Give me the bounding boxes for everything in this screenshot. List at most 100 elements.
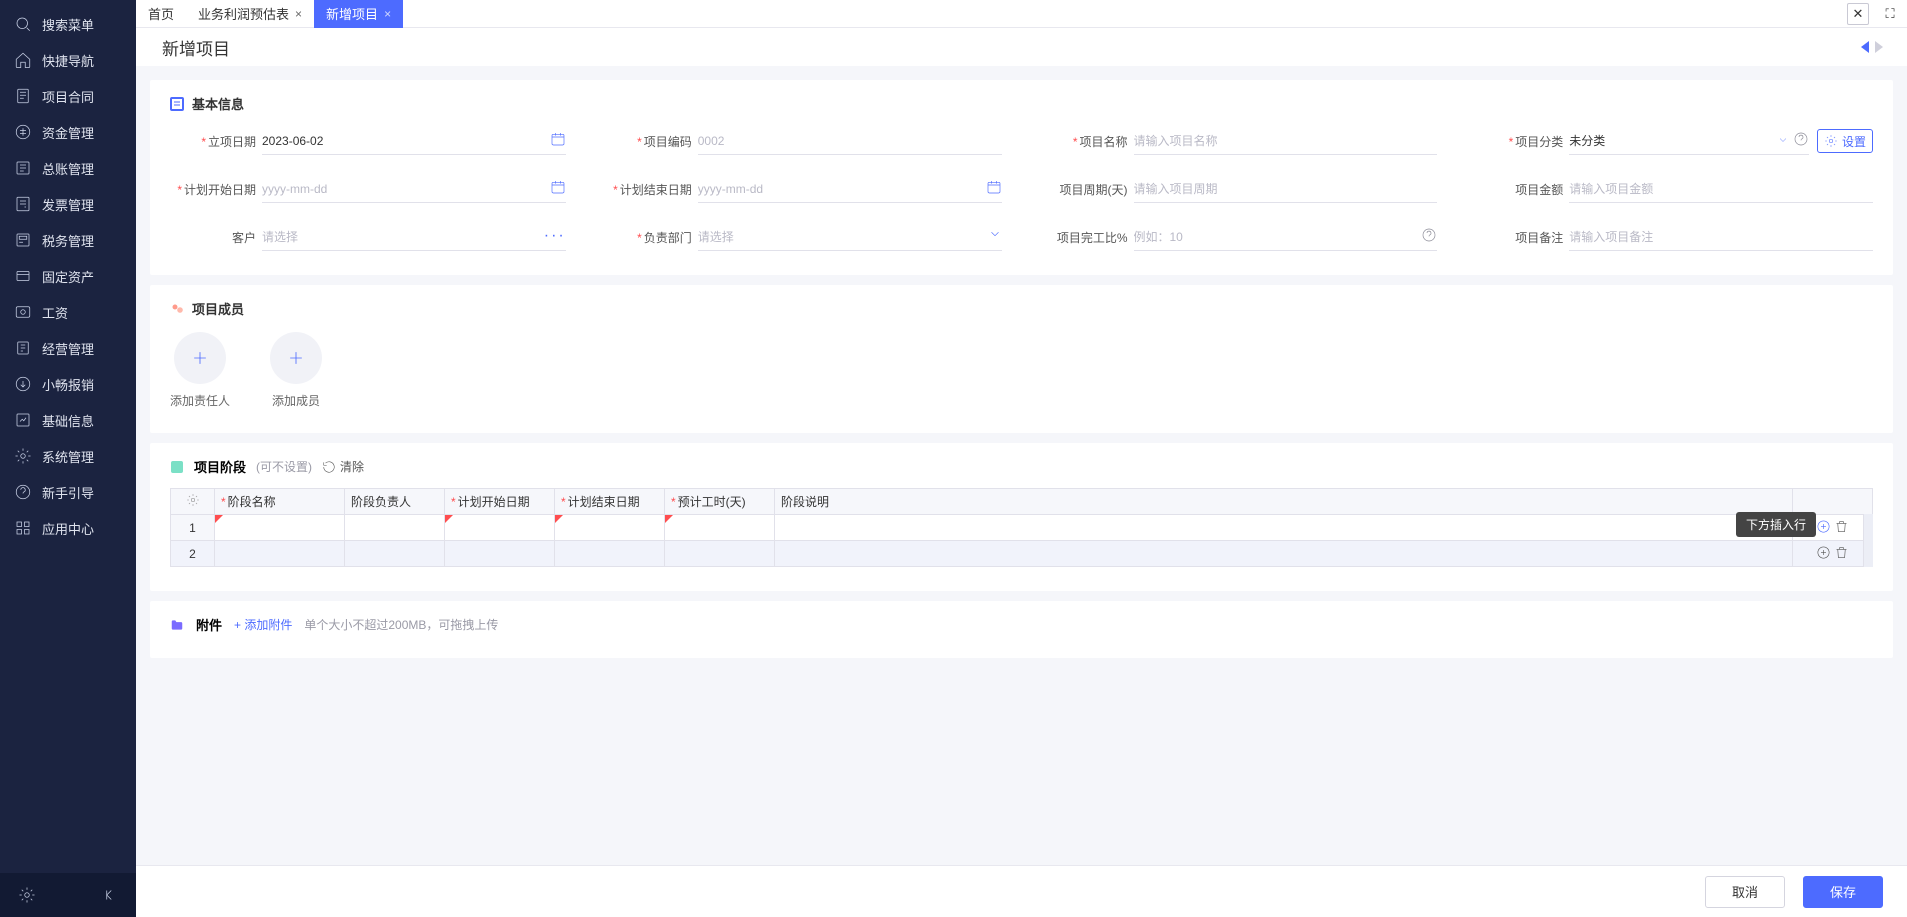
help-icon[interactable] bbox=[1793, 131, 1809, 152]
table-scrollbar[interactable] bbox=[1863, 514, 1873, 567]
content-scroll[interactable]: 基本信息 *立项日期 *项目编码 bbox=[136, 70, 1907, 865]
sidebar-item-tax[interactable]: 税务管理 bbox=[0, 222, 136, 258]
tab-close-icon[interactable]: × bbox=[295, 7, 302, 21]
search-icon bbox=[14, 15, 32, 33]
save-button[interactable]: 保存 bbox=[1803, 876, 1883, 908]
members-icon bbox=[170, 302, 184, 316]
sidebar-item-label: 税务管理 bbox=[42, 231, 94, 250]
window-fullscreen-button[interactable]: ⛶ bbox=[1879, 3, 1901, 25]
calendar-icon[interactable] bbox=[550, 179, 566, 200]
tab-new-project[interactable]: 新增项目 × bbox=[314, 0, 403, 28]
cell-desc[interactable] bbox=[775, 541, 1793, 567]
page-titlebar: 新增项目 bbox=[136, 28, 1907, 70]
sidebar-item-quicknav[interactable]: 快捷导航 bbox=[0, 42, 136, 78]
fund-icon bbox=[14, 123, 32, 141]
tab-close-icon[interactable]: × bbox=[384, 7, 391, 21]
collapse-icon[interactable] bbox=[100, 886, 118, 904]
sidebar-item-label: 发票管理 bbox=[42, 195, 94, 214]
sidebar-item-label: 小畅报销 bbox=[42, 375, 94, 394]
tab-home[interactable]: 首页 bbox=[136, 0, 186, 28]
contract-icon bbox=[14, 87, 32, 105]
amount-input[interactable] bbox=[1569, 175, 1873, 203]
cancel-button[interactable]: 取消 bbox=[1705, 876, 1785, 908]
table-config-header[interactable] bbox=[171, 489, 215, 515]
cell-phase-name[interactable] bbox=[215, 541, 345, 567]
panel-basic: 基本信息 *立项日期 *项目编码 bbox=[150, 80, 1893, 275]
cell-ops: 下方插入行 bbox=[1793, 515, 1873, 541]
code-input[interactable] bbox=[698, 127, 1002, 155]
settings-icon[interactable] bbox=[18, 886, 36, 904]
cell-phase-name[interactable] bbox=[215, 515, 345, 541]
section-bullet-icon bbox=[170, 97, 184, 111]
category-settings-button[interactable]: 设置 bbox=[1817, 129, 1873, 153]
sidebar-search[interactable]: 搜索菜单 bbox=[0, 6, 136, 42]
next-record-button[interactable] bbox=[1875, 41, 1883, 53]
calendar-icon[interactable] bbox=[986, 179, 1002, 200]
invoice-icon bbox=[14, 195, 32, 213]
cell-plan-end[interactable] bbox=[555, 515, 665, 541]
row-insert-button[interactable] bbox=[1816, 523, 1831, 537]
sidebar-item-sys[interactable]: 系统管理 bbox=[0, 438, 136, 474]
cell-phase-owner[interactable] bbox=[345, 541, 445, 567]
sidebar-item-ledger[interactable]: 总账管理 bbox=[0, 150, 136, 186]
sidebar-item-asset[interactable]: 固定资产 bbox=[0, 258, 136, 294]
form-label: 项目完工比% bbox=[1057, 231, 1128, 245]
table-row[interactable]: 1 下方插入行 bbox=[171, 515, 1873, 541]
dept-select[interactable] bbox=[698, 223, 1002, 251]
sidebar-item-fund[interactable]: 资金管理 bbox=[0, 114, 136, 150]
calendar-icon[interactable] bbox=[550, 131, 566, 152]
form-label: 负责部门 bbox=[644, 231, 692, 245]
date-input[interactable] bbox=[262, 127, 566, 155]
sidebar-item-label: 项目合同 bbox=[42, 87, 94, 106]
add-owner-button[interactable] bbox=[174, 332, 226, 384]
cell-hours[interactable] bbox=[665, 515, 775, 541]
progress-input[interactable] bbox=[1134, 223, 1438, 251]
sidebar-item-contract[interactable]: 项目合同 bbox=[0, 78, 136, 114]
window-close-button[interactable]: ✕ bbox=[1847, 3, 1869, 25]
row-insert-button[interactable] bbox=[1816, 549, 1831, 563]
help-icon[interactable] bbox=[1421, 227, 1437, 248]
form-label: 项目备注 bbox=[1515, 231, 1563, 245]
sidebar-item-invoice[interactable]: 发票管理 bbox=[0, 186, 136, 222]
chevron-down-icon[interactable] bbox=[988, 227, 1002, 246]
cell-plan-start[interactable] bbox=[445, 515, 555, 541]
remark-input[interactable] bbox=[1569, 223, 1873, 251]
sidebar-item-expense[interactable]: 小畅报销 bbox=[0, 366, 136, 402]
sidebar-item-label: 经营管理 bbox=[42, 339, 94, 358]
cell-ops bbox=[1793, 541, 1873, 567]
row-delete-button[interactable] bbox=[1834, 549, 1849, 563]
section-title: 基本信息 bbox=[192, 94, 244, 113]
sidebar-item-salary[interactable]: 工资 bbox=[0, 294, 136, 330]
col-ops bbox=[1793, 489, 1873, 515]
add-member-button[interactable] bbox=[270, 332, 322, 384]
cell-plan-start[interactable] bbox=[445, 541, 555, 567]
more-icon[interactable]: ··· bbox=[544, 227, 566, 245]
cell-phase-owner[interactable] bbox=[345, 515, 445, 541]
biz-icon bbox=[14, 339, 32, 357]
phases-clear-button[interactable]: 清除 bbox=[322, 458, 364, 475]
row-delete-button[interactable] bbox=[1834, 523, 1849, 537]
sidebar-item-guide[interactable]: 新手引导 bbox=[0, 474, 136, 510]
prev-record-button[interactable] bbox=[1861, 41, 1869, 53]
section-title: 附件 bbox=[196, 615, 222, 634]
sidebar-item-biz[interactable]: 经营管理 bbox=[0, 330, 136, 366]
customer-select[interactable] bbox=[262, 223, 566, 251]
sidebar-item-info[interactable]: 基础信息 bbox=[0, 402, 136, 438]
plan-end-input[interactable] bbox=[698, 175, 1002, 203]
col-plan-start: *计划开始日期 bbox=[445, 489, 555, 515]
cell-desc[interactable] bbox=[775, 515, 1793, 541]
category-select[interactable] bbox=[1569, 127, 1809, 155]
period-input[interactable] bbox=[1134, 175, 1438, 203]
add-attachment-button[interactable]: + 添加附件 bbox=[234, 616, 292, 633]
col-desc: 阶段说明 bbox=[775, 489, 1793, 515]
sidebar-item-label: 资金管理 bbox=[42, 123, 94, 142]
cell-hours[interactable] bbox=[665, 541, 775, 567]
sidebar-item-label: 系统管理 bbox=[42, 447, 94, 466]
table-row[interactable]: 2 bbox=[171, 541, 1873, 567]
tab-profit-estimate[interactable]: 业务利润预估表 × bbox=[186, 0, 314, 28]
cell-plan-end[interactable] bbox=[555, 541, 665, 567]
chevron-down-icon[interactable] bbox=[1777, 133, 1789, 151]
sidebar-item-apps[interactable]: 应用中心 bbox=[0, 510, 136, 546]
name-input[interactable] bbox=[1134, 127, 1438, 155]
plan-start-input[interactable] bbox=[262, 175, 566, 203]
